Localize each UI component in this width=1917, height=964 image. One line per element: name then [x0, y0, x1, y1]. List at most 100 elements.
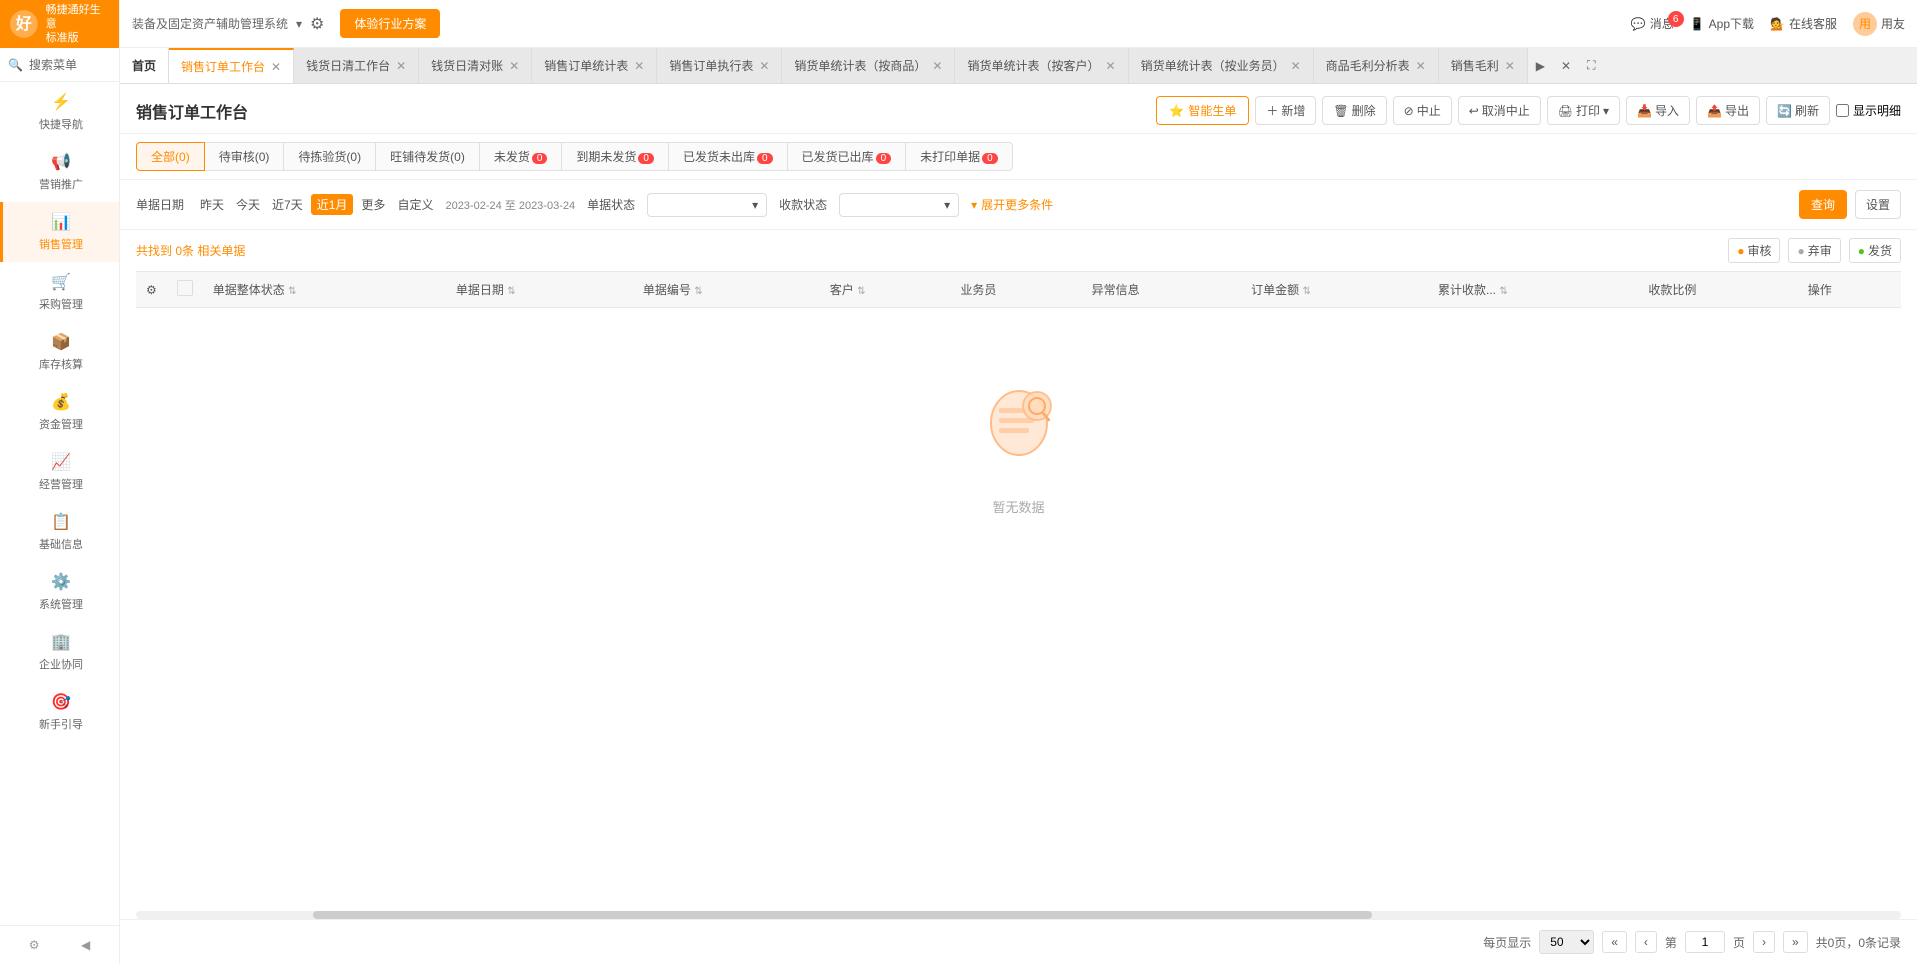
smart-generate-btn[interactable]: ⭐ 智能生单 — [1156, 96, 1249, 125]
th-customer[interactable]: 客户 ⇅ — [820, 272, 951, 308]
filter-tab-shipped-not-out[interactable]: 已发货未出库0 — [668, 142, 788, 171]
scrollbar-thumb[interactable] — [313, 911, 1372, 919]
sidebar-item-system[interactable]: ⚙️ 系统管理 — [0, 562, 119, 622]
first-page-btn[interactable]: « — [1602, 931, 1627, 953]
system-title-dropdown-icon[interactable]: ▾ — [296, 17, 302, 31]
tab-sales-stat[interactable]: 销售订单统计表 ✕ — [532, 48, 657, 84]
show-detail-checkbox[interactable] — [1836, 104, 1849, 117]
filter-tab-not-shipped[interactable]: 未发货0 — [479, 142, 563, 171]
sidebar-item-enterprise[interactable]: 🏢 企业协同 — [0, 622, 119, 682]
th-abnormal[interactable]: 异常信息 — [1082, 272, 1241, 308]
online-service-btn[interactable]: 💁 在线客服 — [1770, 15, 1837, 32]
filter-tab-pending-inspect[interactable]: 待拣验货(0) — [283, 142, 376, 171]
filter-tab-not-printed[interactable]: 未打印单据0 — [905, 142, 1013, 171]
expand-filter-btn[interactable]: ▾ 展开更多条件 — [971, 196, 1053, 213]
prev-page-btn[interactable]: ‹ — [1635, 931, 1657, 953]
tab-cash-daily-close[interactable]: ✕ — [396, 59, 406, 73]
gear-icon[interactable]: ⚙ — [310, 14, 324, 34]
industry-btn[interactable]: 体验行业方案 — [340, 9, 440, 38]
show-detail-label[interactable]: 显示明细 — [1836, 102, 1901, 119]
stop-btn[interactable]: ⊘ 中止 — [1393, 96, 1452, 125]
date-more[interactable]: 更多 — [357, 194, 389, 215]
sidebar-item-basic[interactable]: 📋 基础信息 — [0, 502, 119, 562]
tab-cash-reconcile-close[interactable]: ✕ — [509, 59, 519, 73]
tab-sales-exec[interactable]: 销售订单执行表 ✕ — [657, 48, 782, 84]
filter-tab-all[interactable]: 全部(0) — [136, 142, 205, 171]
tab-summary-customer-close[interactable]: ✕ — [1106, 59, 1116, 73]
ship-btn[interactable]: ● 发货 — [1849, 238, 1901, 263]
column-settings-icon[interactable]: ⚙ — [146, 283, 157, 297]
system-title[interactable]: 装备及固定资产辅助管理系统 — [132, 15, 288, 32]
tab-sales-workbench[interactable]: 销售订单工作台 ✕ — [169, 48, 294, 84]
filter-tab-expired-not-shipped[interactable]: 到期未发货0 — [561, 142, 669, 171]
date-7days[interactable]: 近7天 — [268, 194, 307, 215]
th-number[interactable]: 单据编号 ⇅ — [633, 272, 820, 308]
tabs-expand-btn[interactable]: ⛶ — [1579, 48, 1603, 84]
refresh-btn[interactable]: 🔄 刷新 — [1766, 96, 1830, 125]
date-custom[interactable]: 自定义 — [393, 194, 437, 215]
date-1month[interactable]: 近1月 — [311, 194, 354, 215]
th-status[interactable]: 单据整体状态 ⇅ — [203, 272, 446, 308]
th-date[interactable]: 单据日期 ⇅ — [446, 272, 633, 308]
date-today[interactable]: 今天 — [232, 194, 264, 215]
filter-settings-btn[interactable]: 设置 — [1855, 190, 1901, 219]
tab-sales-summary-product[interactable]: 销货单统计表（按商品） ✕ — [782, 48, 955, 84]
filter-tab-wangpu[interactable]: 旺铺待发货(0) — [375, 142, 480, 171]
user-avatar[interactable]: 用 用友 — [1853, 12, 1905, 36]
uncheck-btn[interactable]: ● 弃审 — [1788, 238, 1840, 263]
tab-summary-product-close[interactable]: ✕ — [932, 59, 942, 73]
sidebar-item-sales[interactable]: 📊 销售管理 — [0, 202, 119, 262]
th-settings[interactable]: ⚙ — [136, 272, 167, 308]
sidebar-search[interactable]: 🔍 搜索菜单 — [0, 48, 119, 82]
tabs-close-all-btn[interactable]: ✕ — [1553, 48, 1579, 84]
th-collected[interactable]: 累计收款... ⇅ — [1428, 272, 1638, 308]
th-checkbox[interactable] — [167, 272, 203, 308]
payment-filter-select[interactable]: ▾ — [839, 193, 959, 217]
filter-tab-shipped-out[interactable]: 已发货已出库0 — [787, 142, 907, 171]
sidebar-item-operation[interactable]: 📈 经营管理 — [0, 442, 119, 502]
tab-margin-analysis[interactable]: 商品毛利分析表 ✕ — [1314, 48, 1439, 84]
sidebar-item-inventory[interactable]: 📦 库存核算 — [0, 322, 119, 382]
th-amount[interactable]: 订单金额 ⇅ — [1241, 272, 1428, 308]
last-page-btn[interactable]: » — [1783, 931, 1808, 953]
sidebar-item-quick-nav[interactable]: ⚡ 快捷导航 — [0, 82, 119, 142]
tabs-more-btn[interactable]: ▶ — [1528, 48, 1553, 84]
select-all-checkbox[interactable] — [177, 280, 193, 296]
status-filter-select[interactable]: ▾ — [647, 193, 767, 217]
th-staff[interactable]: 业务员 — [950, 272, 1081, 308]
sidebar-item-marketing[interactable]: 📢 营销推广 — [0, 142, 119, 202]
th-ratio[interactable]: 收款比例 — [1638, 272, 1797, 308]
tab-sales-summary-staff[interactable]: 销货单统计表（按业务员） ✕ — [1129, 48, 1314, 84]
collapse-btn[interactable]: ◀ — [77, 934, 94, 956]
import-btn[interactable]: 📥 导入 — [1626, 96, 1690, 125]
sidebar-item-guide[interactable]: 🎯 新手引导 — [0, 682, 119, 742]
message-btn[interactable]: 💬 6 消息 — [1631, 15, 1674, 32]
tab-margin-close[interactable]: ✕ — [1416, 59, 1426, 73]
tab-sales-exec-close[interactable]: ✕ — [759, 59, 769, 73]
print-btn[interactable]: 🖨 打印 ▾ — [1547, 96, 1620, 125]
sidebar-item-purchase[interactable]: 🛒 采购管理 — [0, 262, 119, 322]
tab-sales-summary-customer[interactable]: 销货单统计表（按客户） ✕ — [955, 48, 1128, 84]
app-download-btn[interactable]: 📱 App下载 — [1690, 15, 1754, 32]
cancel-stop-btn[interactable]: ↩ 取消中止 — [1458, 96, 1541, 125]
sidebar-item-finance[interactable]: 💰 资金管理 — [0, 382, 119, 442]
filter-tab-pending-review[interactable]: 待审核(0) — [204, 142, 285, 171]
review-btn[interactable]: ● 审核 — [1728, 238, 1780, 263]
add-btn[interactable]: ＋ 新增 — [1255, 96, 1316, 125]
delete-btn[interactable]: 🗑 删除 — [1322, 96, 1386, 125]
tab-sales-revenue[interactable]: 销售毛利 ✕ — [1439, 48, 1528, 84]
tab-sales-stat-close[interactable]: ✕ — [634, 59, 644, 73]
horizontal-scrollbar[interactable] — [136, 911, 1901, 919]
tab-cash-daily[interactable]: 钱货日清工作台 ✕ — [294, 48, 419, 84]
export-btn[interactable]: 📤 导出 — [1696, 96, 1760, 125]
tab-sales-workbench-close[interactable]: ✕ — [271, 60, 281, 74]
next-page-btn[interactable]: › — [1753, 931, 1775, 953]
per-page-select[interactable]: 50 10 20 100 — [1539, 930, 1594, 954]
date-yesterday[interactable]: 昨天 — [196, 194, 228, 215]
tab-summary-staff-close[interactable]: ✕ — [1291, 59, 1301, 73]
query-btn[interactable]: 查询 — [1799, 190, 1847, 219]
tab-home[interactable]: 首页 — [120, 48, 169, 84]
tab-cash-reconcile[interactable]: 钱货日清对账 ✕ — [419, 48, 532, 84]
settings-bottom-btn[interactable]: ⚙ — [25, 934, 44, 956]
tab-revenue-close[interactable]: ✕ — [1505, 59, 1515, 73]
